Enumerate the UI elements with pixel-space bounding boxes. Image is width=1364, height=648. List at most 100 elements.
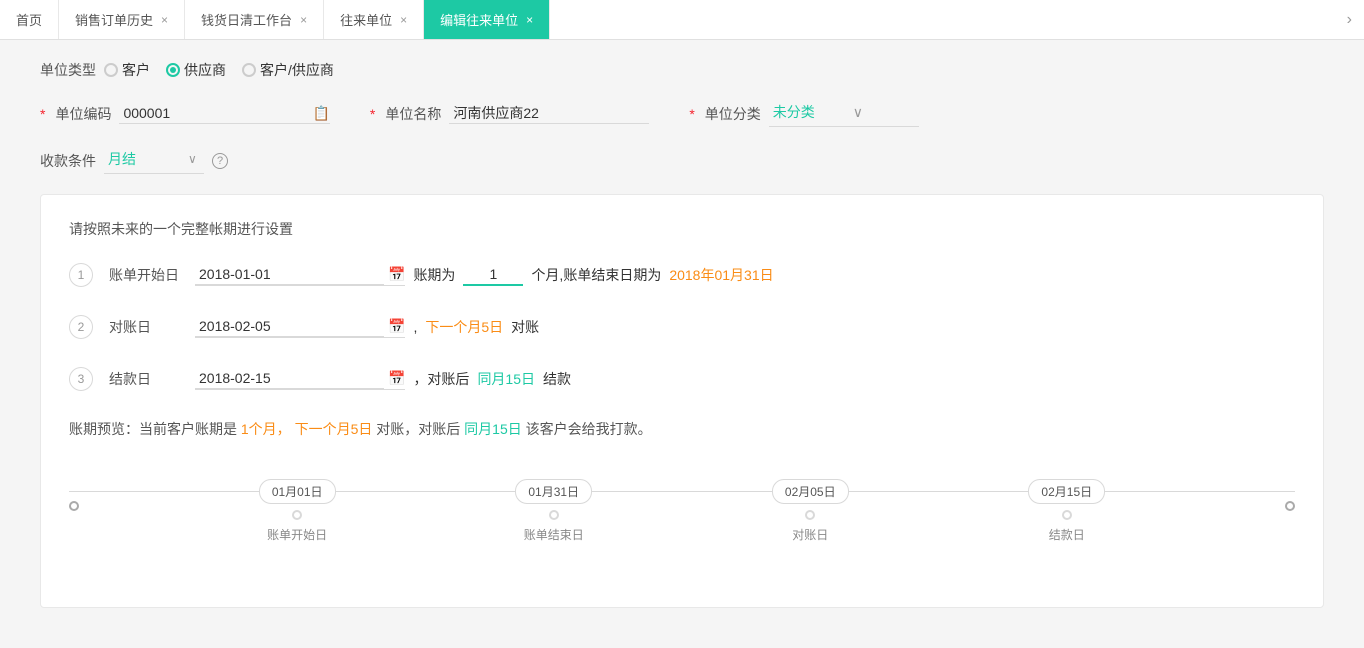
step-2-date-input[interactable] bbox=[195, 316, 384, 337]
step-2-suffix: 对账 bbox=[511, 317, 539, 337]
unit-code-label: 单位编码 bbox=[55, 104, 111, 124]
tab-home[interactable]: 首页 bbox=[0, 0, 59, 39]
unit-name-star: * bbox=[370, 106, 375, 122]
step-2-content: 📅 , 下一个月5日 对账 bbox=[195, 316, 1295, 338]
timeline-container: 01月01日 账单开始日 01月31日 账单结束日 02月05日 对账日 bbox=[69, 463, 1295, 583]
timeline-start-dot bbox=[69, 501, 79, 511]
radio-customer-supplier[interactable]: 客户/供应商 bbox=[242, 60, 334, 80]
unit-code-icon[interactable]: 📋 bbox=[312, 105, 329, 122]
timeline-dot-3 bbox=[805, 510, 815, 520]
timeline-badge-1: 01月01日 bbox=[259, 479, 336, 504]
unit-code-input-wrapper: 📋 bbox=[119, 103, 329, 124]
timeline-label-2: 账单结束日 bbox=[524, 526, 584, 543]
radio-customer-label: 客户 bbox=[122, 60, 150, 80]
step-2-row: 2 对账日 📅 , 下一个月5日 对账 bbox=[69, 315, 1295, 339]
step-3-date-wrapper: 📅 bbox=[195, 368, 405, 390]
radio-customer-circle bbox=[104, 63, 118, 77]
payment-terms-group: 收款条件 月结 ∨ ? bbox=[40, 147, 228, 174]
timeline-badge-2: 01月31日 bbox=[515, 479, 592, 504]
tab-cash-work-close[interactable]: × bbox=[300, 13, 307, 27]
payment-terms-value: 月结 bbox=[104, 147, 184, 171]
radio-supplier[interactable]: 供应商 bbox=[166, 60, 226, 80]
tab-edit-partner[interactable]: 编辑往来单位 × bbox=[424, 0, 550, 39]
unit-classify-label: 单位分类 bbox=[705, 104, 761, 124]
unit-name-label: 单位名称 bbox=[385, 104, 441, 124]
step-3-num: 3 bbox=[69, 367, 93, 391]
radio-customer-supplier-circle bbox=[242, 63, 256, 77]
preview-p1: 1个月， bbox=[241, 421, 291, 437]
step-1-date-input[interactable] bbox=[195, 264, 384, 285]
unit-code-star: * bbox=[40, 106, 45, 122]
unit-code-input[interactable] bbox=[119, 103, 308, 123]
radio-customer[interactable]: 客户 bbox=[104, 60, 150, 80]
timeline-node-3: 02月05日 对账日 bbox=[772, 479, 849, 543]
payment-terms-select[interactable]: 月结 ∨ bbox=[104, 147, 204, 174]
preview-label: 账期预览：当前客户账期是 bbox=[69, 421, 237, 437]
step-1-period-input[interactable] bbox=[463, 264, 523, 286]
tab-cash-work[interactable]: 钱货日清工作台 × bbox=[185, 0, 324, 39]
step-3-row: 3 结款日 📅 ，对账后 同月15日 结款 bbox=[69, 367, 1295, 391]
step-1-end-date: 2018年01月31日 bbox=[669, 265, 773, 285]
timeline-end-dot bbox=[1285, 501, 1295, 511]
tab-cash-work-label: 钱货日清工作台 bbox=[201, 10, 292, 29]
step-2-num: 2 bbox=[69, 315, 93, 339]
step-2-prefix: , bbox=[413, 319, 417, 335]
step-1-date-wrapper: 📅 bbox=[195, 264, 405, 286]
step-3-prefix: ，对账后 bbox=[413, 369, 469, 389]
timeline-node-1: 01月01日 账单开始日 bbox=[259, 479, 336, 543]
tab-partners[interactable]: 往来单位 × bbox=[324, 0, 424, 39]
basic-info-row: * 单位编码 📋 * 单位名称 * 单位分类 未分类 ∨ bbox=[40, 100, 1324, 127]
classify-dropdown-icon[interactable]: ∨ bbox=[853, 104, 863, 121]
tab-sales-history[interactable]: 销售订单历史 × bbox=[59, 0, 185, 39]
unit-classify-star: * bbox=[689, 106, 694, 122]
unit-classify-group: * 单位分类 未分类 ∨ bbox=[689, 100, 918, 127]
step-1-middle-text: 账期为 bbox=[413, 265, 455, 285]
tab-sales-history-close[interactable]: × bbox=[161, 13, 168, 27]
unit-name-group: * 单位名称 bbox=[370, 103, 649, 124]
timeline-badge-4: 02月15日 bbox=[1028, 479, 1105, 504]
unit-type-label: 单位类型 bbox=[40, 60, 96, 80]
step-2-calendar-icon[interactable]: 📅 bbox=[388, 318, 405, 335]
step-1-label: 账单开始日 bbox=[109, 265, 179, 285]
unit-name-input[interactable] bbox=[449, 103, 649, 124]
timeline-label-4: 结款日 bbox=[1049, 526, 1085, 543]
step-3-date-input[interactable] bbox=[195, 368, 384, 389]
timeline-badge-3: 02月05日 bbox=[772, 479, 849, 504]
unit-classify-select[interactable]: 未分类 ∨ bbox=[769, 100, 919, 127]
tab-expand-button[interactable]: › bbox=[1335, 0, 1364, 39]
unit-classify-value: 未分类 bbox=[769, 100, 849, 124]
main-content: 单位类型 客户 供应商 客户/供应商 * 单位编码 bbox=[0, 40, 1364, 648]
step-1-calendar-icon[interactable]: 📅 bbox=[388, 266, 405, 283]
preview-p2: 下一个月5日 bbox=[295, 421, 373, 437]
step-2-date-wrapper: 📅 bbox=[195, 316, 405, 338]
preview-p4: 同月15日 bbox=[464, 421, 522, 437]
step-3-suffix: 结款 bbox=[543, 369, 571, 389]
steps-table: 1 账单开始日 📅 账期为 个月,账单结束日期为 2018年01月31日 2 对… bbox=[69, 263, 1295, 391]
payment-terms-help-icon[interactable]: ? bbox=[212, 153, 228, 169]
timeline-nodes: 01月01日 账单开始日 01月31日 账单结束日 02月05日 对账日 bbox=[69, 479, 1295, 543]
timeline-dot-4 bbox=[1062, 510, 1072, 520]
preview-p3: 对账，对账后 bbox=[376, 421, 460, 437]
settings-card: 请按照未来的一个完整帐期进行设置 1 账单开始日 📅 账期为 个月,账单结束日期… bbox=[40, 194, 1324, 608]
payment-terms-label: 收款条件 bbox=[40, 151, 96, 171]
unit-type-row: 单位类型 客户 供应商 客户/供应商 bbox=[40, 60, 1324, 80]
step-2-label: 对账日 bbox=[109, 317, 179, 337]
tab-edit-partner-label: 编辑往来单位 bbox=[440, 10, 518, 29]
timeline-start-cap bbox=[69, 501, 79, 511]
step-1-num: 1 bbox=[69, 263, 93, 287]
timeline-dot-2 bbox=[549, 510, 559, 520]
step-3-highlight: 同月15日 bbox=[477, 369, 535, 389]
step-1-row: 1 账单开始日 📅 账期为 个月,账单结束日期为 2018年01月31日 bbox=[69, 263, 1295, 287]
radio-supplier-circle bbox=[166, 63, 180, 77]
step-3-calendar-icon[interactable]: 📅 bbox=[388, 370, 405, 387]
preview-text: 账期预览：当前客户账期是 1个月， 下一个月5日 对账，对账后 同月15日 该客… bbox=[69, 419, 1295, 439]
expand-icon: › bbox=[1347, 11, 1352, 29]
step-1-suffix: 个月,账单结束日期为 bbox=[531, 265, 661, 285]
tab-partners-close[interactable]: × bbox=[400, 13, 407, 27]
tab-sales-history-label: 销售订单历史 bbox=[75, 10, 153, 29]
timeline-label-3: 对账日 bbox=[792, 526, 828, 543]
tab-partners-label: 往来单位 bbox=[340, 10, 392, 29]
tab-edit-partner-close[interactable]: × bbox=[526, 13, 533, 27]
payment-terms-chevron[interactable]: ∨ bbox=[188, 152, 197, 166]
step-1-content: 📅 账期为 个月,账单结束日期为 2018年01月31日 bbox=[195, 264, 1295, 286]
